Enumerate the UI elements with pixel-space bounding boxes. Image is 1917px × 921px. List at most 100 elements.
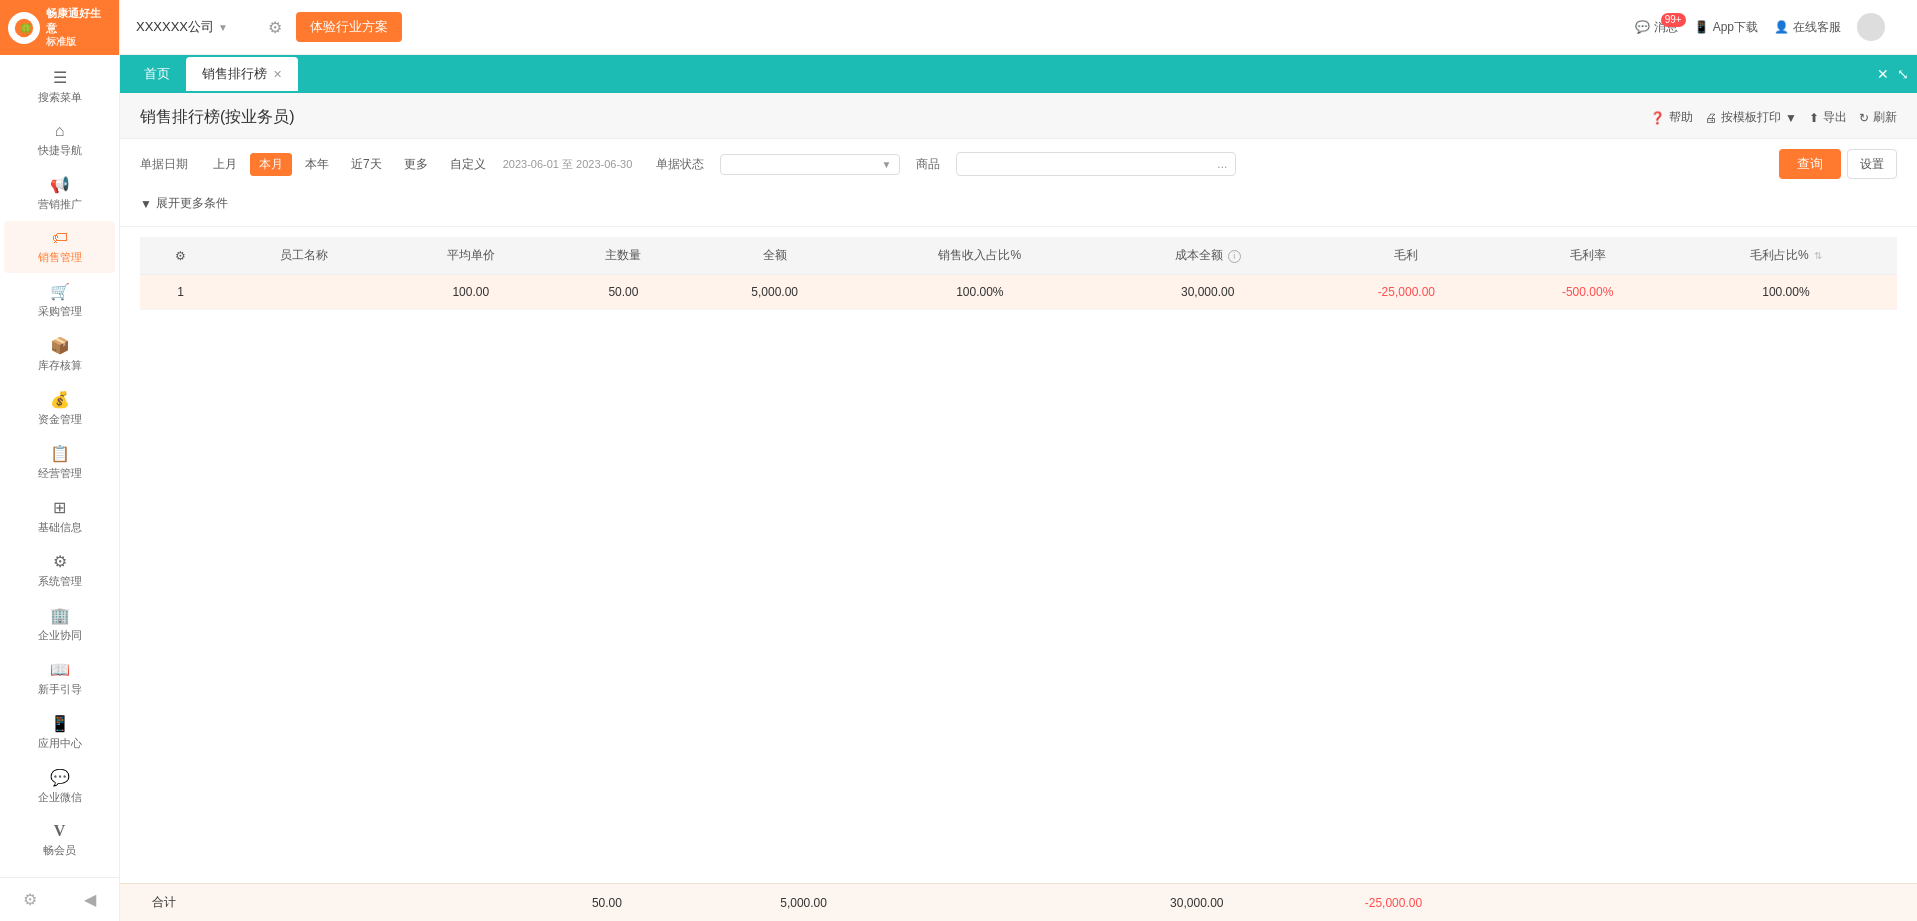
cell-rank: 1	[140, 275, 221, 310]
table-area: ⚙ 员工名称 平均单价 主数量 全额 销售收入占比% 成本全额 i 毛利 毛利率	[120, 227, 1917, 320]
date-tab-this-month[interactable]: 本月	[250, 153, 292, 176]
table-footer: 合计 50.00 5,000.00 30,000.00 -25,000.00	[120, 883, 1917, 921]
member-icon: V	[54, 822, 66, 840]
sidebar-item-marketing[interactable]: 📢 营销推广	[4, 167, 115, 220]
footer-total-label: 合计	[152, 895, 176, 909]
filter-settings-button[interactable]: 设置	[1847, 149, 1897, 179]
print-icon: 🖨	[1705, 111, 1717, 125]
goods-filter-label: 商品	[916, 156, 940, 173]
sidebar-item-label: 销售管理	[38, 250, 82, 265]
footer-cost: 30,000.00	[1099, 896, 1296, 910]
app-title: 畅康通好生意	[46, 6, 111, 35]
sidebar-item-operation[interactable]: 📋 经营管理	[4, 436, 115, 489]
tab-home-label: 首页	[144, 65, 170, 83]
company-selector[interactable]: XXXXXX公司 ▼	[136, 18, 256, 36]
finance-icon: 💰	[50, 390, 70, 409]
col-settings[interactable]: ⚙	[140, 237, 221, 275]
sidebar-item-guide[interactable]: 📖 新手引导	[4, 652, 115, 705]
tabbar: 首页 销售排行榜 ✕ ✕ ⤡	[120, 55, 1917, 93]
date-tab-custom[interactable]: 自定义	[441, 153, 495, 176]
date-tab-last-month[interactable]: 上月	[204, 153, 246, 176]
sidebar-item-enterprise[interactable]: 🏢 企业协同	[4, 598, 115, 651]
page-header: 销售排行榜(按业务员) ❓ 帮助 🖨 按模板打印 ▼ ⬆ 导出 ↻ 刷新	[120, 93, 1917, 139]
sidebar-item-label: 快捷导航	[38, 143, 82, 158]
app-download-button[interactable]: 📱 App下载	[1694, 19, 1758, 36]
goods-more-icon[interactable]: ...	[1217, 157, 1227, 171]
page-actions: ❓ 帮助 🖨 按模板打印 ▼ ⬆ 导出 ↻ 刷新	[1650, 109, 1897, 126]
export-icon: ⬆	[1809, 111, 1819, 125]
goods-select[interactable]: ...	[956, 152, 1236, 176]
table-header-row: ⚙ 员工名称 平均单价 主数量 全额 销售收入占比% 成本全额 i 毛利 毛利率	[140, 237, 1897, 275]
window-expand-icon[interactable]: ⤡	[1897, 66, 1909, 82]
inventory-icon: 📦	[50, 336, 70, 355]
svg-text:🍀: 🍀	[19, 21, 33, 35]
system-icon: ⚙	[53, 552, 67, 571]
col-settings-icon: ⚙	[175, 249, 186, 263]
print-button[interactable]: 🖨 按模板打印 ▼	[1705, 109, 1797, 126]
date-tab-this-year[interactable]: 本年	[296, 153, 338, 176]
topbar: XXXXXX公司 ▼ ⚙ 体验行业方案 💬 消息 99+ 📱 App下载 👤 在…	[120, 0, 1917, 55]
window-close-icon[interactable]: ✕	[1877, 66, 1889, 82]
col-gross-pct: 毛利占比% ⇅	[1675, 237, 1897, 275]
cell-amount: 5,000.00	[693, 275, 857, 310]
sidebar-item-finance[interactable]: 💰 资金管理	[4, 382, 115, 435]
sidebar-item-label: 经营管理	[38, 466, 82, 481]
company-name: XXXXXX公司	[136, 18, 214, 36]
col-gross: 毛利	[1312, 237, 1500, 275]
sidebar-item-label: 系统管理	[38, 574, 82, 589]
tab-sales-rank[interactable]: 销售排行榜 ✕	[186, 57, 298, 91]
message-icon: 💬	[1635, 20, 1650, 34]
gross-pct-sort-icon[interactable]: ⇅	[1814, 250, 1822, 261]
tab-home[interactable]: 首页	[128, 57, 186, 91]
page-content: 销售排行榜(按业务员) ❓ 帮助 🖨 按模板打印 ▼ ⬆ 导出 ↻ 刷新	[120, 93, 1917, 921]
topbar-actions: 💬 消息 99+ 📱 App下载 👤 在线客服	[1635, 13, 1901, 41]
date-tab-7days[interactable]: 近7天	[342, 153, 391, 176]
sidebar-item-label: 搜索菜单	[38, 90, 82, 105]
sidebar-item-search-order[interactable]: ☰ 搜索菜单	[4, 60, 115, 113]
sidebar-item-quick-nav[interactable]: ⌂ 快捷导航	[4, 114, 115, 166]
sidebar-item-app-center[interactable]: 📱 应用中心	[4, 706, 115, 759]
sidebar-item-purchase[interactable]: 🛒 采购管理	[4, 274, 115, 327]
cell-name	[221, 275, 388, 310]
message-button[interactable]: 💬 消息 99+	[1635, 19, 1678, 36]
sidebar-item-sales[interactable]: 🏷 销售管理	[4, 221, 115, 273]
help-button[interactable]: ❓ 帮助	[1650, 109, 1693, 126]
filter-area: 单据日期 上月 本月 本年 近7天 更多 自定义 2023-06-01 至 20…	[120, 139, 1917, 227]
date-tab-more[interactable]: 更多	[395, 153, 437, 176]
enterprise-icon: 🏢	[50, 606, 70, 625]
sales-rank-table: ⚙ 员工名称 平均单价 主数量 全额 销售收入占比% 成本全额 i 毛利 毛利率	[140, 237, 1897, 310]
service-label: 在线客服	[1793, 19, 1841, 36]
sidebar-settings-button[interactable]: ⚙	[19, 886, 41, 913]
user-avatar[interactable]	[1857, 13, 1885, 41]
footer-amount: 5,000.00	[705, 896, 902, 910]
query-button[interactable]: 查询	[1779, 149, 1841, 179]
export-button[interactable]: ⬆ 导出	[1809, 109, 1847, 126]
sidebar-item-inventory[interactable]: 📦 库存核算	[4, 328, 115, 381]
sidebar-item-label: 企业协同	[38, 628, 82, 643]
cost-info-icon[interactable]: i	[1228, 250, 1241, 263]
sidebar-item-system[interactable]: ⚙ 系统管理	[4, 544, 115, 597]
col-qty: 主数量	[554, 237, 693, 275]
status-filter-label: 单据状态	[656, 156, 704, 173]
tab-close-icon[interactable]: ✕	[273, 68, 282, 81]
status-select[interactable]: ▼	[720, 154, 900, 175]
date-range-display: 2023-06-01 至 2023-06-30	[503, 157, 633, 172]
cell-cost: 30,000.00	[1103, 275, 1312, 310]
online-service-button[interactable]: 👤 在线客服	[1774, 19, 1841, 36]
filter-action-btns: 查询 设置	[1779, 149, 1897, 179]
topbar-settings-icon[interactable]: ⚙	[268, 18, 282, 37]
sidebar-item-wechat[interactable]: 💬 企业微信	[4, 760, 115, 813]
expand-more-row: ▼ 展开更多条件	[140, 185, 1897, 216]
col-gross-rate: 毛利率	[1500, 237, 1674, 275]
sidebar-collapse-button[interactable]: ◀	[80, 886, 100, 913]
expand-more-button[interactable]: ▼ 展开更多条件	[140, 195, 1897, 212]
cell-qty: 50.00	[554, 275, 693, 310]
sidebar-item-member[interactable]: V 畅会员	[4, 814, 115, 866]
footer-label: 合计	[152, 894, 312, 911]
trial-button[interactable]: 体验行业方案	[296, 12, 402, 42]
refresh-button[interactable]: ↻ 刷新	[1859, 109, 1897, 126]
sidebar-item-basic-info[interactable]: ⊞ 基础信息	[4, 490, 115, 543]
footer-qty: 50.00	[509, 896, 706, 910]
service-icon: 👤	[1774, 20, 1789, 34]
help-icon: ❓	[1650, 111, 1665, 125]
